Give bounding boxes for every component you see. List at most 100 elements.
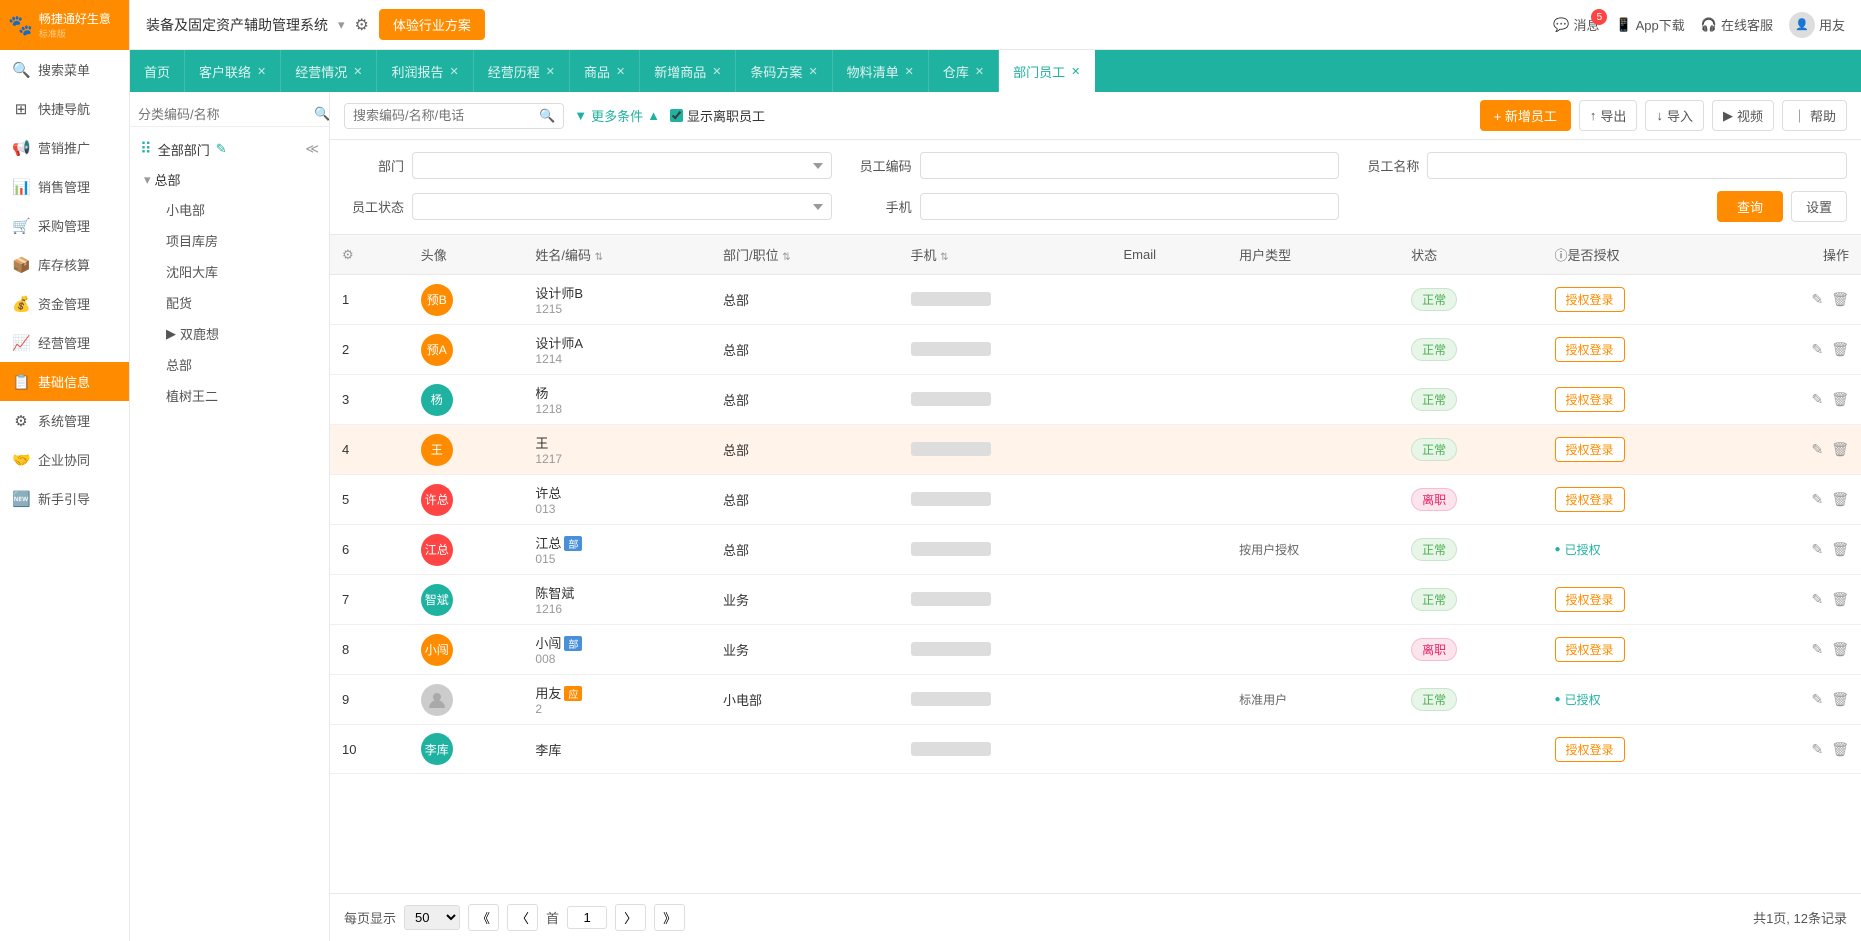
collapse-icon[interactable]: ≪ — [305, 141, 319, 157]
edit-btn[interactable]: ✎ — [1811, 341, 1823, 358]
sidebar-item-inventory[interactable]: 📦 库存核算 — [0, 245, 129, 284]
tab-close[interactable]: ✕ — [1071, 65, 1080, 78]
reset-btn[interactable]: 设置 — [1791, 191, 1847, 222]
tree-search-icon[interactable]: 🔍 — [314, 106, 330, 122]
per-page-select[interactable]: 50 100 200 — [404, 905, 460, 930]
emp-name-input[interactable] — [1427, 152, 1847, 179]
show-resigned-checkbox[interactable]: 显示离职员工 — [670, 106, 765, 125]
settings-icon[interactable]: ⚙ — [342, 247, 354, 262]
export-btn[interactable]: ↑ 导出 — [1579, 100, 1638, 131]
tab-add-goods[interactable]: 新增商品 ✕ — [640, 50, 736, 92]
tab-history[interactable]: 经营历程 ✕ — [474, 50, 570, 92]
last-page-btn[interactable]: 》 — [654, 904, 685, 931]
online-service-btn[interactable]: 🎧 在线客服 — [1701, 15, 1773, 34]
tab-close[interactable]: ✕ — [546, 65, 555, 78]
delete-btn[interactable]: 🗑 — [1831, 291, 1849, 308]
next-page-btn[interactable]: 〉 — [615, 904, 646, 931]
tab-home[interactable]: 首页 — [130, 50, 185, 92]
col-name[interactable]: 姓名/编码 ⇅ — [523, 235, 711, 275]
app-download-btn[interactable]: 📱 App下载 — [1615, 15, 1684, 34]
delete-btn[interactable]: 🗑 — [1831, 691, 1849, 708]
tab-department[interactable]: 部门员工 ✕ — [999, 50, 1095, 92]
tab-goods[interactable]: 商品 ✕ — [570, 50, 640, 92]
delete-btn[interactable]: 🗑 — [1831, 341, 1849, 358]
message-btn[interactable]: 💬 消息 5 — [1553, 15, 1599, 34]
tab-operations[interactable]: 经营情况 ✕ — [281, 50, 377, 92]
sidebar-item-purchase[interactable]: 🛒 采购管理 — [0, 206, 129, 245]
edit-btn[interactable]: ✎ — [1811, 541, 1823, 558]
user-menu[interactable]: 👤 用友 — [1789, 12, 1845, 38]
edit-btn[interactable]: ✎ — [1811, 641, 1823, 658]
delete-btn[interactable]: 🗑 — [1831, 491, 1849, 508]
tab-bom[interactable]: 物料清单 ✕ — [833, 50, 929, 92]
delete-btn[interactable]: 🗑 — [1831, 741, 1849, 758]
tree-group-general[interactable]: ▾ 总部 — [130, 165, 329, 194]
edit-btn[interactable]: ✎ — [1811, 591, 1823, 608]
try-industry-btn[interactable]: 体验行业方案 — [379, 9, 485, 40]
tab-close[interactable]: ✕ — [616, 65, 625, 78]
delete-btn[interactable]: 🗑 — [1831, 541, 1849, 558]
sidebar-item-sales[interactable]: 📊 销售管理 — [0, 167, 129, 206]
more-conditions-btn[interactable]: ▼ 更多条件 ▲ — [574, 106, 660, 125]
grant-auth-btn[interactable]: 授权登录 — [1555, 587, 1625, 612]
grant-auth-btn[interactable]: 授权登录 — [1555, 737, 1625, 762]
tab-barcode[interactable]: 条码方案 ✕ — [736, 50, 832, 92]
tab-profit[interactable]: 利润报告 ✕ — [377, 50, 473, 92]
tab-close[interactable]: ✕ — [712, 65, 721, 78]
sidebar-item-operations[interactable]: 📈 经营管理 — [0, 323, 129, 362]
tab-close[interactable]: ✕ — [905, 65, 914, 78]
edit-btn[interactable]: ✎ — [1811, 691, 1823, 708]
tab-close[interactable]: ✕ — [450, 65, 459, 78]
grant-auth-btn[interactable]: 授权登录 — [1555, 387, 1625, 412]
first-page-btn[interactable]: 《 — [468, 904, 499, 931]
tab-customer[interactable]: 客户联络 ✕ — [185, 50, 281, 92]
emp-status-select[interactable] — [412, 193, 832, 220]
sidebar-item-finance[interactable]: 💰 资金管理 — [0, 284, 129, 323]
tree-item-shenyang[interactable]: 沈阳大库 — [156, 256, 329, 287]
video-btn[interactable]: ▶ 视频 — [1712, 100, 1774, 131]
search-btn[interactable]: 查询 — [1717, 191, 1783, 222]
tree-item-xiaodian[interactable]: 小电部 — [156, 194, 329, 225]
tab-close[interactable]: ✕ — [975, 65, 984, 78]
add-employee-btn[interactable]: + 新增员工 — [1480, 100, 1571, 131]
emp-code-input[interactable] — [920, 152, 1340, 179]
edit-btn[interactable]: ✎ — [1811, 291, 1823, 308]
delete-btn[interactable]: 🗑 — [1831, 641, 1849, 658]
tab-close[interactable]: ✕ — [353, 65, 362, 78]
search-input[interactable] — [353, 108, 533, 123]
grant-auth-btn[interactable]: 授权登录 — [1555, 637, 1625, 662]
import-btn[interactable]: ↓ 导入 — [1645, 100, 1704, 131]
tree-all-dept[interactable]: ⠿ 全部部门 ✎ ≪ — [130, 133, 329, 165]
edit-btn[interactable]: ✎ — [1811, 391, 1823, 408]
page-input[interactable] — [567, 906, 607, 929]
sidebar-item-collab[interactable]: 🤝 企业协同 — [0, 440, 129, 479]
tree-item-project[interactable]: 项目库房 — [156, 225, 329, 256]
resigned-check[interactable] — [670, 109, 683, 122]
col-dept[interactable]: 部门/职位 ⇅ — [711, 235, 899, 275]
sidebar-item-marketing[interactable]: 📢 营销推广 — [0, 128, 129, 167]
delete-btn[interactable]: 🗑 — [1831, 391, 1849, 408]
grant-auth-btn[interactable]: 授权登录 — [1555, 437, 1625, 462]
help-btn[interactable]: ｜ 帮助 — [1782, 100, 1847, 131]
col-phone[interactable]: 手机 ⇅ — [899, 235, 1112, 275]
grant-auth-btn[interactable]: 授权登录 — [1555, 287, 1625, 312]
dept-select[interactable] — [412, 152, 832, 179]
settings-icon[interactable]: ⚙ — [355, 15, 369, 35]
tree-search-input[interactable] — [138, 107, 314, 122]
tab-warehouse[interactable]: 仓库 ✕ — [929, 50, 999, 92]
prev-page-btn[interactable]: 〈 — [507, 904, 538, 931]
phone-input[interactable] — [920, 193, 1340, 220]
tree-item-zhishu[interactable]: 植树王二 — [156, 380, 329, 411]
dropdown-arrow[interactable]: ▾ — [338, 17, 345, 33]
tree-item-shuanglu[interactable]: ▶双鹿想 — [156, 318, 329, 349]
sidebar-item-system[interactable]: ⚙ 系统管理 — [0, 401, 129, 440]
sidebar-item-quicknav[interactable]: ⊞ 快捷导航 — [0, 89, 129, 128]
grant-auth-btn[interactable]: 授权登录 — [1555, 487, 1625, 512]
search-icon[interactable]: 🔍 — [539, 108, 555, 124]
edit-btn[interactable]: ✎ — [1811, 741, 1823, 758]
sidebar-item-basic[interactable]: 📋 基础信息 — [0, 362, 129, 401]
tab-close[interactable]: ✕ — [257, 65, 266, 78]
tree-item-head[interactable]: 总部 — [156, 349, 329, 380]
col-settings[interactable]: ⚙ — [330, 235, 409, 275]
tab-close[interactable]: ✕ — [808, 65, 817, 78]
